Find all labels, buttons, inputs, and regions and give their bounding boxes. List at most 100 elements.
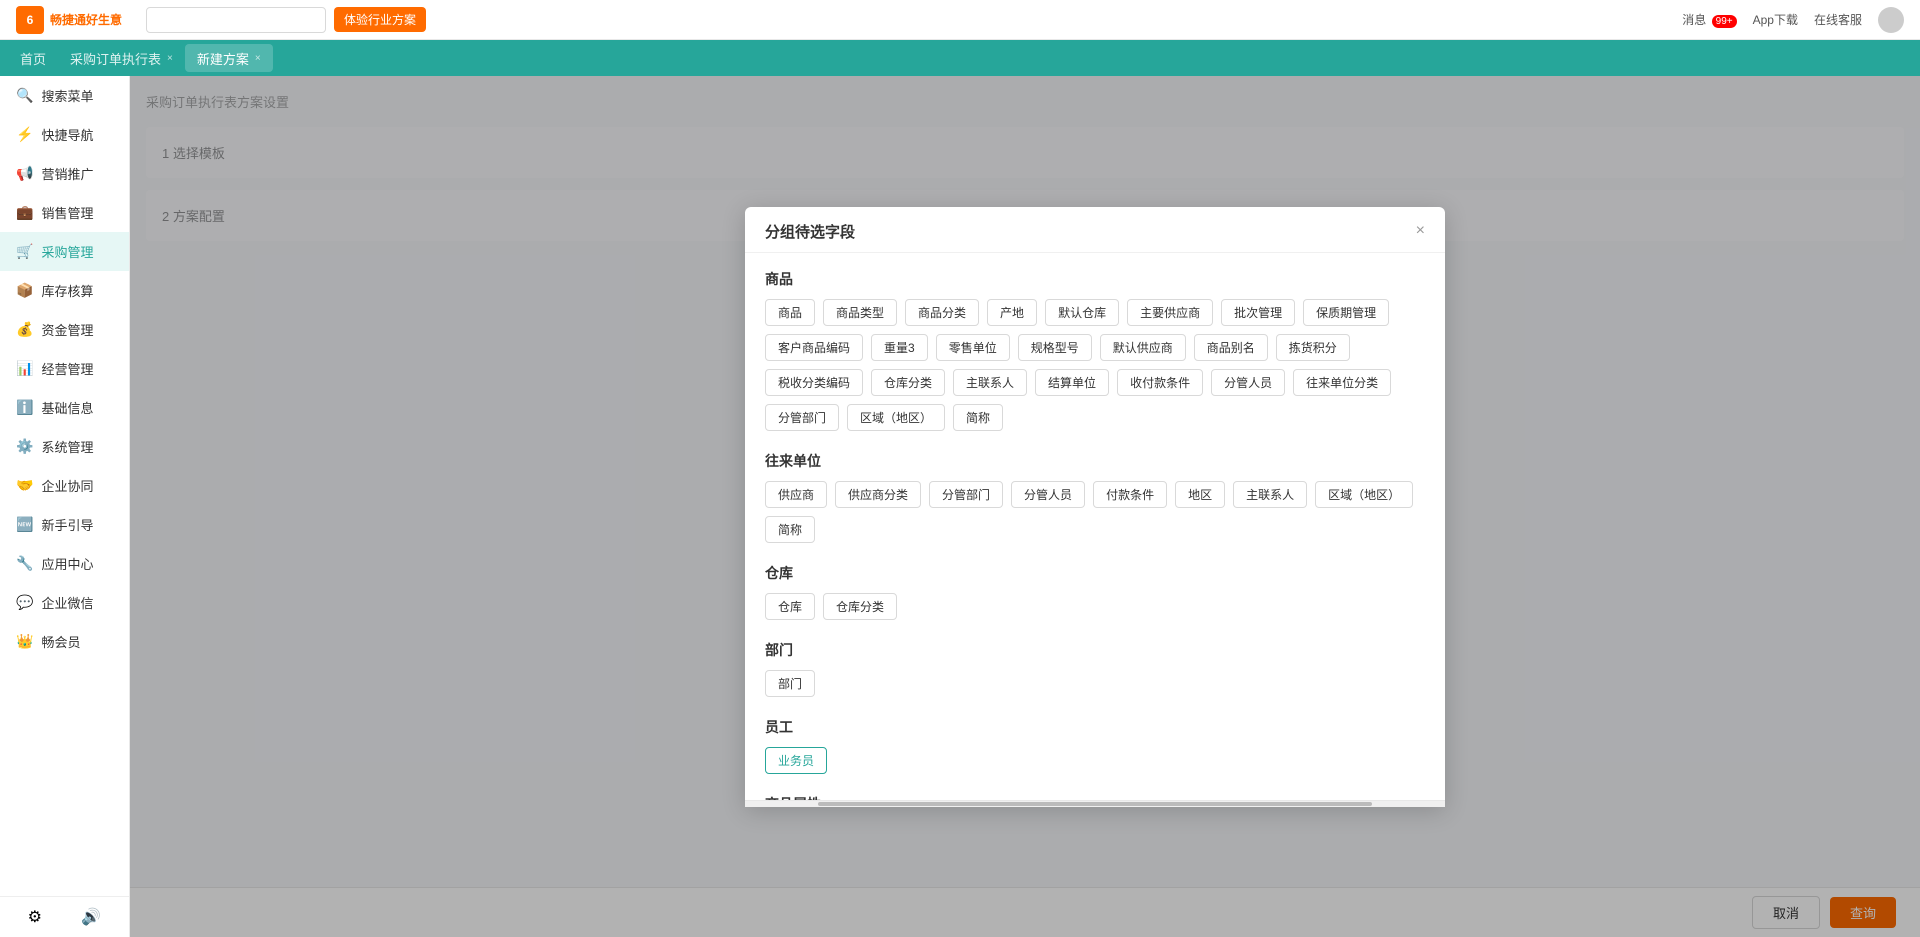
gear-icon[interactable]: ⚙ [28, 907, 42, 927]
sidebar-label-basic: 基础信息 [41, 398, 93, 417]
sidebar-item-system[interactable]: ⚙️ 系统管理 [0, 427, 129, 466]
tabbar: 首页 采购订单执行表 × 新建方案 × [0, 40, 1920, 76]
sidebar-item-quick[interactable]: ⚡ 快捷导航 [0, 115, 129, 154]
field-tag-partner-dept[interactable]: 分管部门 [929, 481, 1003, 508]
avatar[interactable] [1878, 7, 1904, 33]
field-tag-warehouse[interactable]: 仓库 [765, 593, 815, 620]
field-tag-manager[interactable]: 分管人员 [1211, 369, 1285, 396]
field-tag-product[interactable]: 商品 [765, 299, 815, 326]
field-tag-product-type[interactable]: 商品类型 [823, 299, 897, 326]
experience-btn[interactable]: 体验行业方案 [334, 7, 426, 32]
field-tag-partner-contact[interactable]: 主联系人 [1233, 481, 1307, 508]
field-tag-region[interactable]: 区域（地区） [847, 404, 945, 431]
section-partner: 往来单位 供应商 供应商分类 分管部门 分管人员 付款条件 地区 主联系人 区域… [765, 451, 1425, 543]
field-tag-partner-cat[interactable]: 往来单位分类 [1293, 369, 1391, 396]
sidebar-label-marketing: 营销推广 [41, 164, 93, 183]
sidebar-item-collab[interactable]: 🤝 企业协同 [0, 466, 129, 505]
section-dept: 部门 部门 [765, 640, 1425, 697]
field-tag-spec[interactable]: 规格型号 [1018, 334, 1092, 361]
sidebar-item-finance[interactable]: 💰 资金管理 [0, 310, 129, 349]
purchase-icon: 🛒 [16, 243, 33, 260]
field-tag-main-supplier[interactable]: 主要供应商 [1127, 299, 1213, 326]
section-product: 商品 商品 商品类型 商品分类 产地 默认仓库 主要供应商 批次管理 保质期管理… [765, 269, 1425, 431]
field-tag-warehouse-category[interactable]: 仓库分类 [823, 593, 897, 620]
section-employee: 员工 业务员 [765, 717, 1425, 774]
section-warehouse-label: 仓库 [765, 563, 1425, 583]
field-tag-payment-condition[interactable]: 付款条件 [1093, 481, 1167, 508]
sidebar-label-collab: 企业协同 [41, 476, 93, 495]
field-tag-short-name[interactable]: 简称 [953, 404, 1003, 431]
sidebar-label-system: 系统管理 [41, 437, 93, 456]
field-tag-batch[interactable]: 批次管理 [1221, 299, 1295, 326]
notice-link[interactable]: 消息 99+ [1682, 11, 1736, 28]
apps-icon: 🔧 [16, 555, 33, 572]
field-tag-settlement-unit[interactable]: 结算单位 [1035, 369, 1109, 396]
field-tag-supplier-cat[interactable]: 供应商分类 [835, 481, 921, 508]
field-tag-tax-code[interactable]: 税收分类编码 [765, 369, 863, 396]
field-tag-customer-code[interactable]: 客户商品编码 [765, 334, 863, 361]
sidebar-label-sales: 销售管理 [41, 203, 93, 222]
tab-close-new-scheme[interactable]: × [255, 53, 261, 64]
field-tag-main-contact[interactable]: 主联系人 [953, 369, 1027, 396]
sidebar-label-finance: 资金管理 [41, 320, 93, 339]
sidebar-item-apps[interactable]: 🔧 应用中心 [0, 544, 129, 583]
sales-icon: 💼 [16, 204, 33, 221]
field-tag-area[interactable]: 地区 [1175, 481, 1225, 508]
field-tag-partner-mgr[interactable]: 分管人员 [1011, 481, 1085, 508]
field-tag-alias[interactable]: 商品别名 [1194, 334, 1268, 361]
sidebar-label-inventory: 库存核算 [41, 281, 93, 300]
sidebar-item-marketing[interactable]: 📢 营销推广 [0, 154, 129, 193]
collab-icon: 🤝 [16, 477, 33, 494]
section-warehouse-fields: 仓库 仓库分类 [765, 593, 1425, 620]
modal-header: 分组待选字段 × [745, 207, 1445, 253]
field-tag-supplier[interactable]: 供应商 [765, 481, 827, 508]
modal-title: 分组待选字段 [765, 221, 855, 242]
field-tag-partner-short[interactable]: 简称 [765, 516, 815, 543]
tab-close-purchase[interactable]: × [167, 53, 173, 64]
sidebar-item-sales[interactable]: 💼 销售管理 [0, 193, 129, 232]
quick-icon: ⚡ [16, 126, 33, 143]
field-select-modal: 分组待选字段 × 商品 商品 商品类型 商品分类 产地 默认仓库 主要供应商 [745, 207, 1445, 807]
section-dept-label: 部门 [765, 640, 1425, 660]
logo-icon: 6 [16, 6, 44, 34]
content-area: 采购订单执行表方案设置 1 选择模板 2 方案配置 分组待选字段 × 商品 [130, 76, 1920, 937]
tab-purchase-exec[interactable]: 采购订单执行表 × [58, 44, 185, 72]
newbie-icon: 🆕 [16, 516, 33, 533]
sidebar-item-inventory[interactable]: 📦 库存核算 [0, 271, 129, 310]
audio-icon[interactable]: 🔊 [81, 907, 101, 927]
field-tag-partner-region[interactable]: 区域（地区） [1315, 481, 1413, 508]
field-tag-default-supplier[interactable]: 默认供应商 [1100, 334, 1186, 361]
sidebar-item-purchase[interactable]: 🛒 采购管理 [0, 232, 129, 271]
sidebar-item-wechat[interactable]: 💬 企业微信 [0, 583, 129, 622]
sidebar: 🔍 搜索菜单 ⚡ 快捷导航 📢 营销推广 💼 销售管理 🛒 采购管理 📦 库存核… [0, 76, 130, 937]
online-service-link[interactable]: 在线客服 [1814, 11, 1862, 28]
field-tag-salesperson[interactable]: 业务员 [765, 747, 827, 774]
system-icon: ⚙️ [16, 438, 33, 455]
modal-close-btn[interactable]: × [1416, 222, 1425, 240]
field-tag-origin[interactable]: 产地 [987, 299, 1037, 326]
field-tag-retail-unit[interactable]: 零售单位 [936, 334, 1010, 361]
sidebar-item-newbie[interactable]: 🆕 新手引导 [0, 505, 129, 544]
sidebar-item-member[interactable]: 👑 畅会员 [0, 622, 129, 661]
sidebar-label-member: 畅会员 [41, 632, 80, 651]
field-tag-expiry[interactable]: 保质期管理 [1303, 299, 1389, 326]
field-tag-product-category[interactable]: 商品分类 [905, 299, 979, 326]
modal-body: 商品 商品 商品类型 商品分类 产地 默认仓库 主要供应商 批次管理 保质期管理… [745, 253, 1445, 800]
section-product-fields: 商品 商品类型 商品分类 产地 默认仓库 主要供应商 批次管理 保质期管理 客户… [765, 299, 1425, 431]
app-download-link[interactable]: App下载 [1753, 11, 1798, 28]
sidebar-item-search[interactable]: 🔍 搜索菜单 [0, 76, 129, 115]
field-tag-department[interactable]: 部门 [765, 670, 815, 697]
sidebar-item-ops[interactable]: 📊 经营管理 [0, 349, 129, 388]
modal-hscrollbar[interactable] [745, 800, 1445, 807]
field-tag-dept[interactable]: 分管部门 [765, 404, 839, 431]
tab-new-scheme[interactable]: 新建方案 × [185, 44, 273, 72]
topbar-search-input[interactable] [146, 7, 326, 33]
tab-home[interactable]: 首页 [8, 44, 58, 72]
field-tag-pick-points[interactable]: 拣货积分 [1276, 334, 1350, 361]
sidebar-item-basic[interactable]: ℹ️ 基础信息 [0, 388, 129, 427]
sidebar-bottom: ⚙ 🔊 [0, 896, 129, 937]
field-tag-payment-terms[interactable]: 收付款条件 [1117, 369, 1203, 396]
field-tag-warehouse-cat[interactable]: 仓库分类 [871, 369, 945, 396]
field-tag-default-warehouse[interactable]: 默认仓库 [1045, 299, 1119, 326]
field-tag-weight[interactable]: 重量3 [871, 334, 928, 361]
